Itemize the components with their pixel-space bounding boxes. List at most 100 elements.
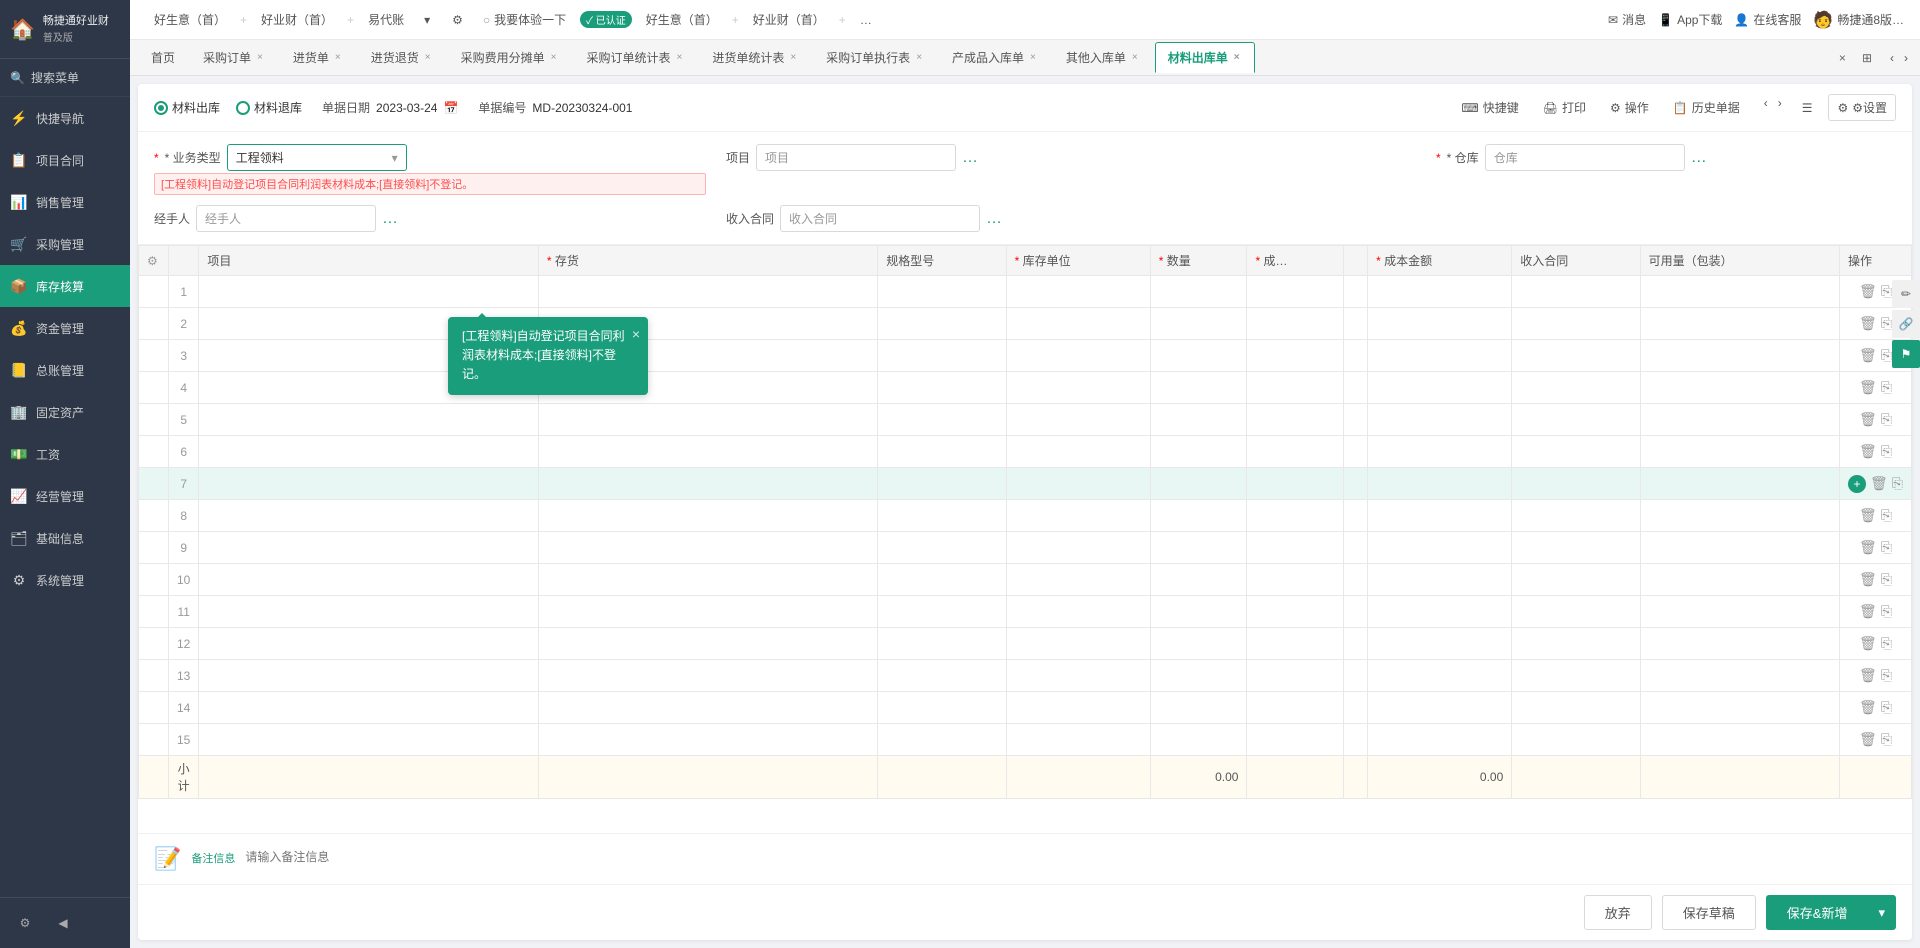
online-service-btn[interactable]: 👤 在线客服 [1734,11,1801,28]
history-btn[interactable]: 📋 历史单据 [1665,94,1748,121]
app-download-btn[interactable]: 📱 App下载 [1658,11,1722,28]
top-nav-more-btn[interactable]: ▾ [418,9,436,31]
copy-row-btn-9[interactable]: ⎘ [1881,539,1892,556]
copy-row-btn-8[interactable]: ⎘ [1881,507,1892,524]
sidebar-item-sales[interactable]: 📊 销售管理 [0,181,130,223]
tab-close-receive-stat[interactable]: × [788,52,798,63]
doc-next-btn[interactable]: › [1774,94,1786,121]
copy-row-btn-7[interactable]: ⎘ [1892,475,1903,493]
tab-close-receive[interactable]: × [333,52,343,63]
sidebar-collapse-btn[interactable]: ◀ [48,908,78,938]
delete-row-btn-12[interactable]: 🗑 [1859,635,1877,652]
right-panel-link-btn[interactable]: 🔗 [1892,310,1920,338]
operate-btn[interactable]: ⚙ 操作 [1602,94,1657,121]
copy-row-btn-1[interactable]: ⎘ [1881,283,1892,300]
income-contract-input[interactable]: 收入合同 [780,205,980,232]
agent-dots-btn[interactable]: … [382,210,398,228]
calendar-icon[interactable]: 📅 [443,101,458,115]
message-btn[interactable]: ✉ 消息 [1608,11,1646,28]
tab-material-issue[interactable]: 材料出库单 × [1155,42,1255,73]
sidebar-item-payroll[interactable]: 💵 工资 [0,433,130,475]
delete-row-btn-15[interactable]: 🗑 [1859,731,1877,748]
delete-row-btn-5[interactable]: 🗑 [1859,411,1877,428]
tab-purchase-order[interactable]: 采购订单 × [190,42,278,73]
top-nav-finance1[interactable]: 好业财（首） [253,7,341,32]
sidebar-item-assets[interactable]: 🏢 固定资产 [0,391,130,433]
cell-project-7[interactable] [199,468,538,500]
project-dots-btn[interactable]: … [962,149,978,167]
top-nav-agency[interactable]: 易代账 [360,7,412,32]
top-nav-finance2[interactable]: 好业财（首） [745,7,833,32]
sidebar-settings-btn[interactable]: ⚙ [10,908,40,938]
copy-row-btn-15[interactable]: ⎘ [1881,731,1892,748]
note-input[interactable] [245,846,1896,868]
top-nav-home2[interactable]: 好生意（首） [638,7,726,32]
tab-close-other-receipt[interactable]: × [1130,52,1140,63]
sidebar-item-search[interactable]: 🔍 搜索菜单 [0,59,130,97]
sidebar-item-quicknav[interactable]: ⚡ 快捷导航 [0,97,130,139]
shortcut-btn[interactable]: ⌨ 快捷键 [1453,94,1526,121]
agent-input[interactable]: 经手人 [196,205,376,232]
tab-home[interactable]: 首页 [138,42,188,73]
tab-purchase-exec[interactable]: 采购订单执行表 × [813,42,937,73]
sidebar-item-purchase[interactable]: 🛒 采购管理 [0,223,130,265]
tab-purchase-fee[interactable]: 采购费用分摊单 × [448,42,572,73]
tab-finished-goods[interactable]: 产成品入库单 × [939,42,1051,73]
sidebar-item-finance[interactable]: 💰 资金管理 [0,307,130,349]
tab-next-btn[interactable]: › [1900,49,1912,67]
warehouse-input[interactable]: 仓库 [1485,144,1685,171]
save-new-btn[interactable]: 保存&新增 [1766,895,1868,930]
cell-inventory-7[interactable] [538,468,877,500]
tab-close-material-issue[interactable]: × [1232,52,1242,63]
tab-purchase-stat[interactable]: 采购订单统计表 × [573,42,697,73]
tooltip-close-btn[interactable]: × [632,323,640,345]
delete-row-btn-11[interactable]: 🗑 [1859,603,1877,620]
table-gear-icon[interactable]: ⚙ [147,254,158,268]
doc-number-value[interactable]: MD-20230324-001 [532,101,632,115]
delete-row-btn-4[interactable]: 🗑 [1859,379,1877,396]
delete-row-btn-10[interactable]: 🗑 [1859,571,1877,588]
tab-other-receipt[interactable]: 其他入库单 × [1053,42,1153,73]
tab-close-purchase-exec[interactable]: × [914,52,924,63]
warehouse-dots-btn[interactable]: … [1691,149,1707,167]
save-new-arrow-btn[interactable]: ▾ [1867,895,1896,930]
right-panel-edit-btn[interactable]: ✏ [1892,280,1920,308]
sidebar-item-basic[interactable]: 🗂 基础信息 [0,517,130,559]
copy-row-btn-14[interactable]: ⎘ [1881,699,1892,716]
copy-row-btn-2[interactable]: ⎘ [1881,315,1892,332]
user-avatar-btn[interactable]: 🧑 畅捷通8版… [1813,10,1904,30]
date-value[interactable]: 2023-03-24 [376,101,437,115]
tab-close-purchase-stat[interactable]: × [674,52,684,63]
add-row-btn-7[interactable]: + [1848,475,1866,493]
tab-close-purchase-fee[interactable]: × [549,52,559,63]
column-settings-btn[interactable]: ⚙ ⚙设置 [1828,94,1896,121]
copy-row-btn-10[interactable]: ⎘ [1881,571,1892,588]
tab-receive-return[interactable]: 进货退货 × [358,42,446,73]
delete-row-btn-6[interactable]: 🗑 [1859,443,1877,460]
print-btn[interactable]: 🖨 打印 [1535,94,1594,121]
tab-receive-stat[interactable]: 进货单统计表 × [699,42,811,73]
delete-row-btn-8[interactable]: 🗑 [1859,507,1877,524]
tab-close-finished-goods[interactable]: × [1028,52,1038,63]
sidebar-item-operations[interactable]: 📈 经营管理 [0,475,130,517]
tab-close-receive-return[interactable]: × [423,52,433,63]
sidebar-item-project[interactable]: 📋 项目合同 [0,139,130,181]
delete-row-btn-3[interactable]: 🗑 [1859,347,1877,364]
top-nav-more2[interactable]: … [852,9,880,31]
top-nav-trial[interactable]: ○ 我要体验一下 [475,7,574,32]
copy-row-btn-4[interactable]: ⎘ [1881,379,1892,396]
list-view-btn[interactable]: ☰ [1794,94,1821,121]
top-nav-settings-icon[interactable]: ⚙ [446,9,469,31]
delete-row-btn-9[interactable]: 🗑 [1859,539,1877,556]
tab-receive[interactable]: 进货单 × [280,42,356,73]
business-type-input[interactable]: 工程领料 ▾ [227,144,407,171]
sidebar-item-system[interactable]: ⚙ 系统管理 [0,559,130,601]
sidebar-item-inventory[interactable]: 📦 库存核算 [0,265,130,307]
delete-row-btn-13[interactable]: 🗑 [1859,667,1877,684]
income-contract-dots-btn[interactable]: … [986,210,1002,228]
doc-prev-btn[interactable]: ‹ [1760,94,1772,121]
copy-row-btn-3[interactable]: ⎘ [1881,347,1892,364]
tab-prev-btn[interactable]: ‹ [1886,49,1898,67]
copy-row-btn-6[interactable]: ⎘ [1881,443,1892,460]
copy-row-btn-11[interactable]: ⎘ [1881,603,1892,620]
